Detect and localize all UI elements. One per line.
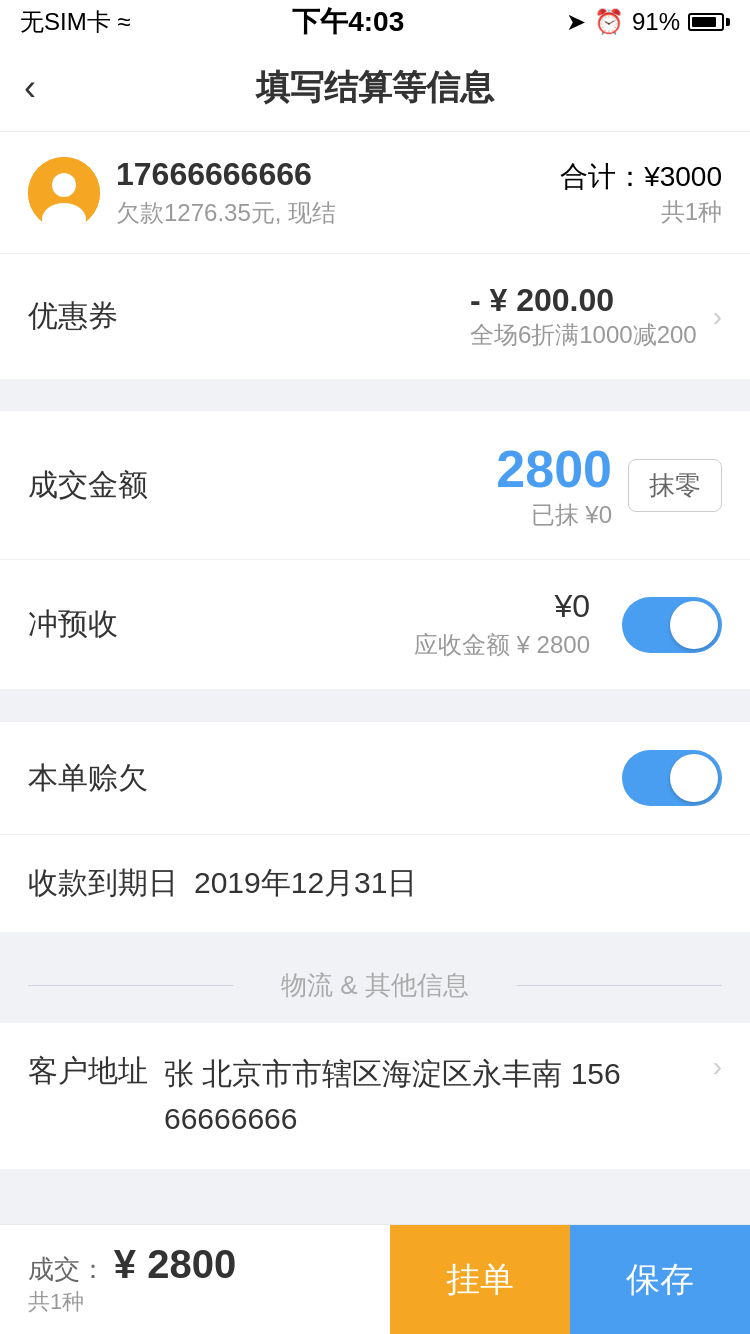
- total-label: 合计：: [560, 161, 644, 192]
- status-left: 无SIM卡 ≈: [20, 6, 131, 38]
- status-time: 下午4:03: [292, 3, 404, 41]
- coupon-info: - ¥ 200.00 全场6折满1000减200: [470, 282, 697, 351]
- prepay-sub: 应收金额 ¥ 2800: [414, 629, 590, 661]
- bottom-amount: ¥ 2800: [114, 1242, 236, 1286]
- svg-point-1: [52, 173, 76, 197]
- alarm-icon: ⏰: [594, 8, 624, 36]
- coupon-row[interactable]: 优惠券 - ¥ 200.00 全场6折满1000减200 ›: [0, 253, 750, 379]
- user-left: 17666666666 欠款1276.35元, 现结: [28, 156, 336, 229]
- address-section: 客户地址 张 北京市市辖区海淀区永丰南 156 66666666 ›: [0, 1023, 750, 1169]
- back-button[interactable]: ‹: [24, 67, 36, 109]
- user-details: 17666666666 欠款1276.35元, 现结: [116, 156, 336, 229]
- due-date-label: 收款到期日: [28, 863, 178, 904]
- content-area: 17666666666 欠款1276.35元, 现结 合计：¥3000 共1种 …: [0, 132, 750, 1334]
- amount-section: 成交金额 2800 已抹 ¥0 抹零 冲预收 ¥0 应收金额 ¥ 2800: [0, 411, 750, 690]
- total-count: 共1种: [560, 196, 722, 228]
- total-label-value: 合计：¥3000: [560, 158, 722, 196]
- save-button[interactable]: 保存: [570, 1225, 750, 1335]
- prepay-value: ¥0: [554, 588, 590, 625]
- logistics-line-left: [28, 985, 233, 986]
- due-date-row: 收款到期日 2019年12月31日: [0, 834, 750, 932]
- status-bar: 无SIM卡 ≈ 下午4:03 ➤ ⏰ 91%: [0, 0, 750, 44]
- deal-amount-right: 2800 已抹 ¥0 抹零: [496, 439, 722, 531]
- user-info-card: 17666666666 欠款1276.35元, 现结 合计：¥3000 共1种 …: [0, 132, 750, 379]
- chevron-right-icon: ›: [713, 301, 722, 333]
- sim-status: 无SIM卡 ≈: [20, 6, 131, 38]
- hang-button[interactable]: 挂单: [390, 1225, 570, 1335]
- coupon-desc: 全场6折满1000减200: [470, 319, 697, 351]
- section-divider-1: [0, 395, 750, 411]
- battery-icon: [688, 13, 730, 31]
- bottom-count: 共1种: [28, 1287, 362, 1317]
- deal-amount-label: 成交金额: [28, 465, 148, 506]
- coupon-right: - ¥ 200.00 全场6折满1000减200 ›: [470, 282, 722, 351]
- bottom-deal-label: 成交：: [28, 1254, 106, 1284]
- bottom-deal-row: 成交： ¥ 2800: [28, 1242, 362, 1287]
- coupon-label: 优惠券: [28, 296, 118, 337]
- section-divider-2: [0, 706, 750, 722]
- debt-toggle-knob: [670, 754, 718, 802]
- nav-bar: ‹ 填写结算等信息: [0, 44, 750, 132]
- toggle-knob: [670, 601, 718, 649]
- debt-toggle[interactable]: [622, 750, 722, 806]
- battery-percent: 91%: [632, 8, 680, 36]
- address-value: 张 北京市市辖区海淀区永丰南 156 66666666: [148, 1051, 705, 1141]
- location-icon: ➤: [566, 8, 586, 36]
- deal-amount-value: 2800: [496, 439, 612, 499]
- logistics-line-right: [517, 985, 722, 986]
- debt-section: 本单赊欠 收款到期日 2019年12月31日: [0, 722, 750, 932]
- address-row[interactable]: 客户地址 张 北京市市辖区海淀区永丰南 156 66666666 ›: [0, 1023, 750, 1169]
- logistics-divider: 物流 & 其他信息: [0, 948, 750, 1023]
- user-info-row: 17666666666 欠款1276.35元, 现结 合计：¥3000 共1种: [0, 132, 750, 253]
- debt-label: 本单赊欠: [28, 758, 148, 799]
- page-title: 填写结算等信息: [256, 65, 494, 111]
- total-value: ¥3000: [644, 161, 722, 192]
- avatar: [28, 157, 100, 229]
- due-date-value: 2019年12月31日: [194, 863, 417, 904]
- prepay-toggle[interactable]: [622, 597, 722, 653]
- coupon-discount: - ¥ 200.00: [470, 282, 697, 319]
- address-label: 客户地址: [28, 1051, 148, 1092]
- deal-amount-sub: 已抹 ¥0: [496, 499, 612, 531]
- avatar-icon: [28, 157, 100, 229]
- logistics-label: 物流 & 其他信息: [281, 968, 469, 1003]
- user-subtitle: 欠款1276.35元, 现结: [116, 197, 336, 229]
- prepay-right: ¥0 应收金额 ¥ 2800: [414, 588, 722, 661]
- status-right: ➤ ⏰ 91%: [566, 8, 730, 36]
- user-phone: 17666666666: [116, 156, 336, 193]
- user-total: 合计：¥3000 共1种: [560, 158, 722, 228]
- deal-amount-info: 2800 已抹 ¥0: [496, 439, 612, 531]
- address-chevron-icon: ›: [713, 1051, 722, 1083]
- bottom-bar: 成交： ¥ 2800 共1种 挂单 保存: [0, 1224, 750, 1334]
- prepay-label: 冲预收: [28, 604, 118, 645]
- debt-row: 本单赊欠: [0, 722, 750, 834]
- round-button[interactable]: 抹零: [628, 459, 722, 512]
- prepay-info: ¥0 应收金额 ¥ 2800: [414, 588, 590, 661]
- bottom-summary: 成交： ¥ 2800 共1种: [0, 1242, 390, 1317]
- prepay-row: 冲预收 ¥0 应收金额 ¥ 2800: [0, 560, 750, 690]
- deal-amount-row: 成交金额 2800 已抹 ¥0 抹零: [0, 411, 750, 560]
